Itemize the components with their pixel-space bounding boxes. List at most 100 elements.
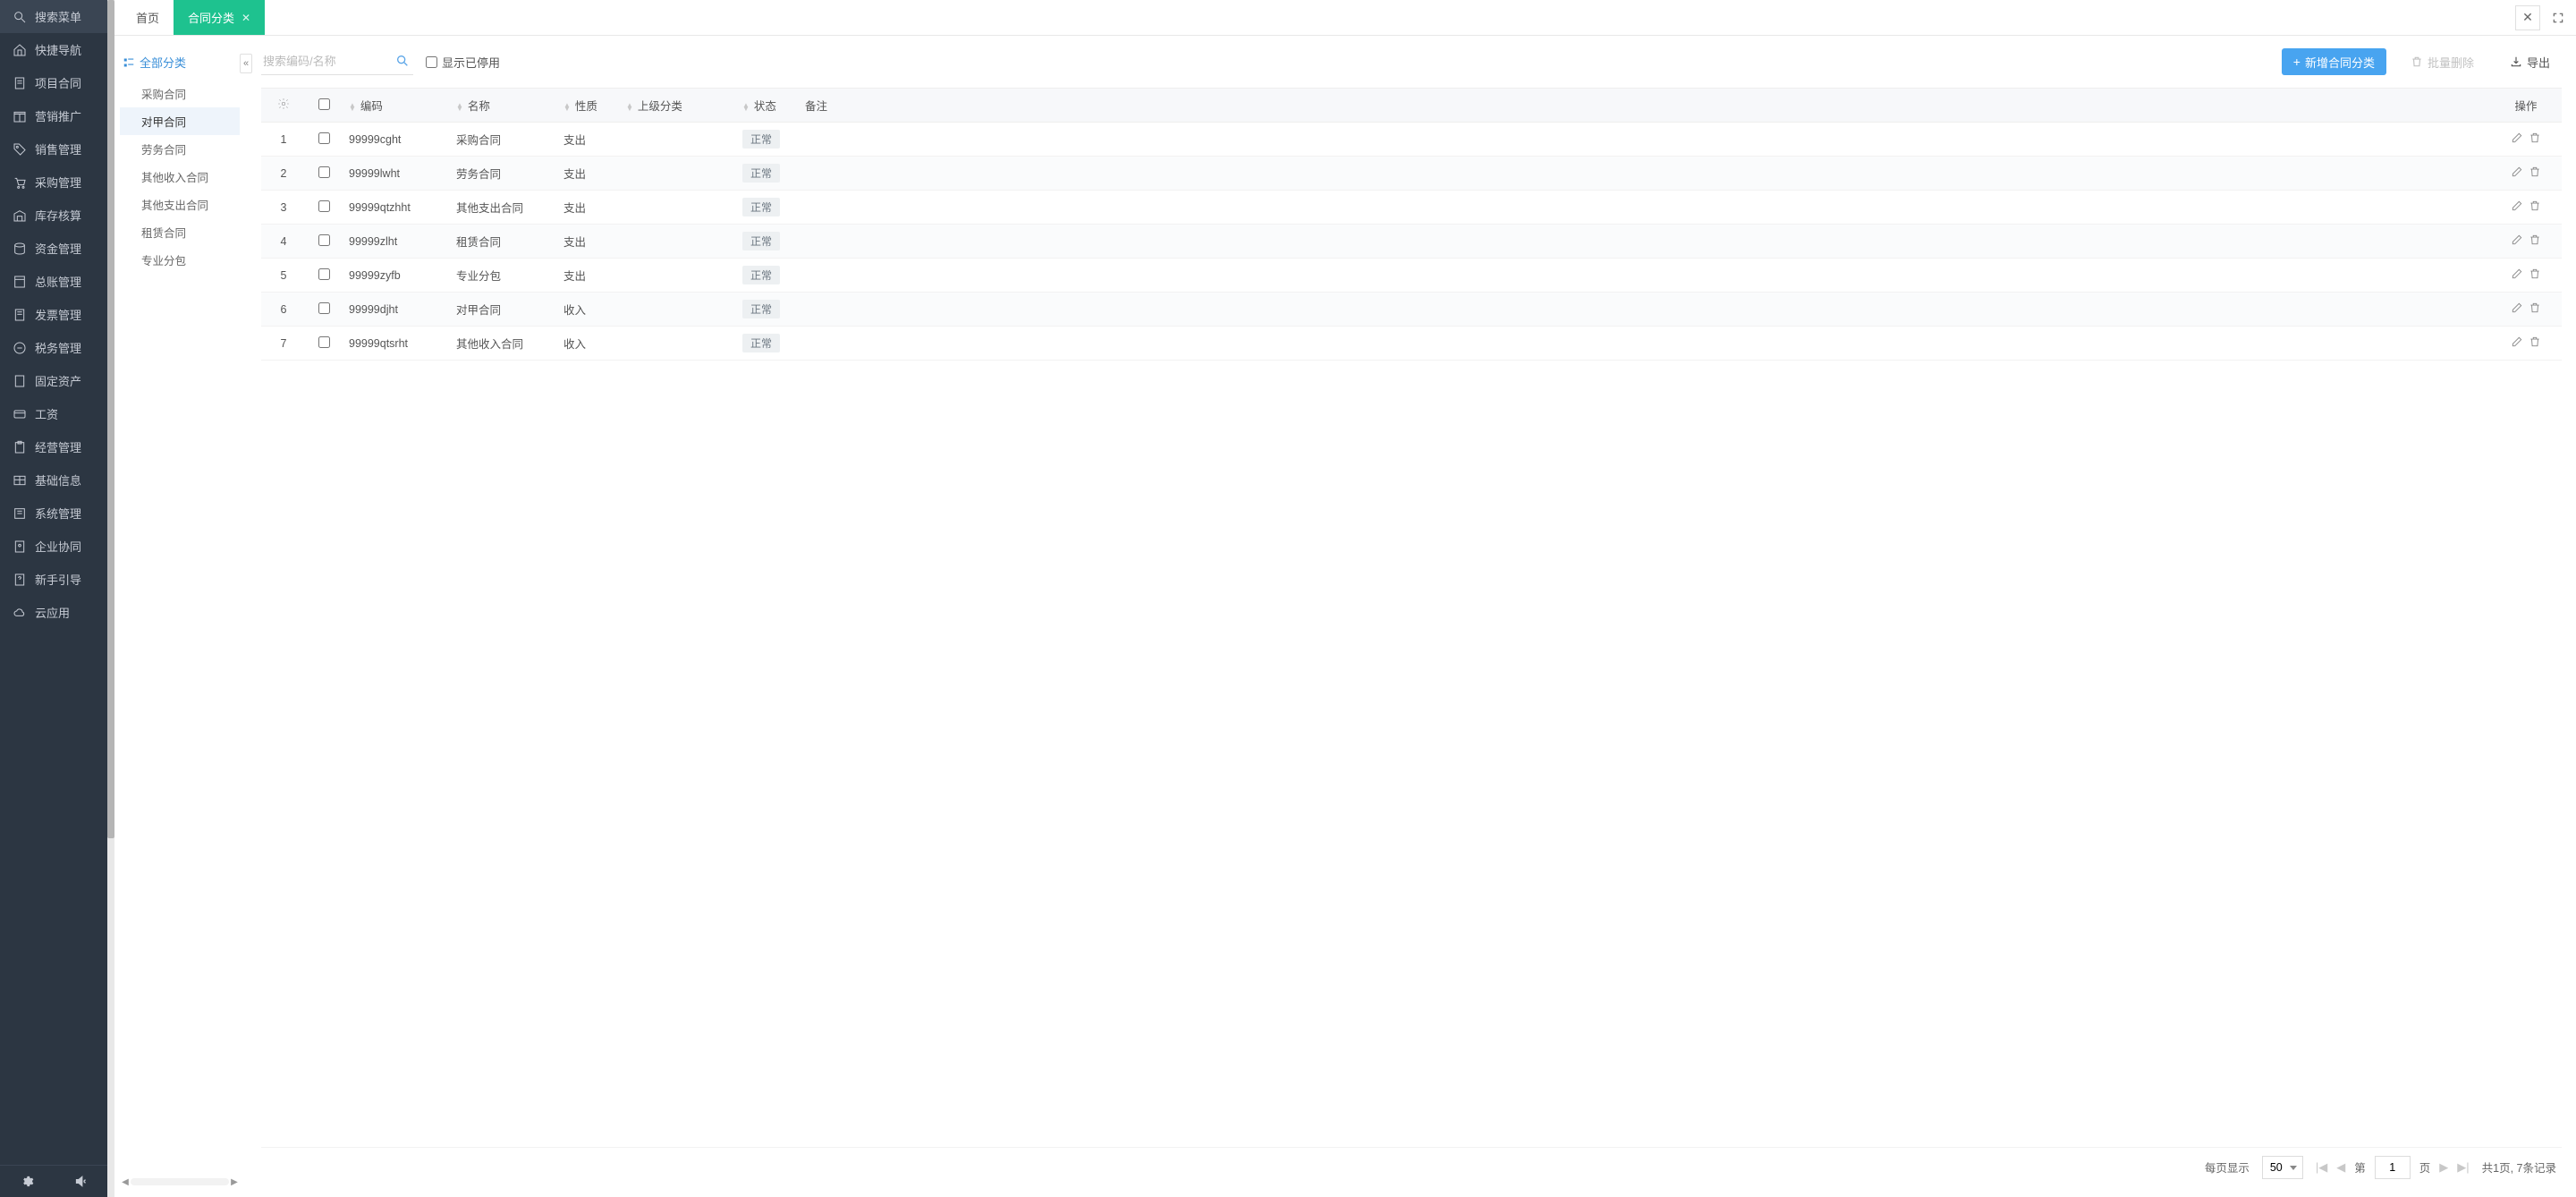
- building-icon: [13, 374, 27, 388]
- cell-status: 正常: [735, 123, 798, 157]
- sidebar-item-home[interactable]: 快捷导航: [0, 33, 107, 66]
- prev-page-button[interactable]: ◀: [2336, 1160, 2345, 1175]
- sidebar-item-document[interactable]: 项目合同: [0, 66, 107, 99]
- edit-icon[interactable]: [2511, 200, 2523, 212]
- per-page-select[interactable]: 50: [2262, 1156, 2303, 1179]
- settings-button[interactable]: [0, 1166, 54, 1197]
- row-checkbox[interactable]: [318, 200, 330, 212]
- x-icon: ✕: [2522, 10, 2533, 25]
- help-icon: [13, 573, 27, 587]
- tree-horizontal-scrollbar[interactable]: ◀ ▶: [120, 1177, 240, 1186]
- tree-item[interactable]: 租赁合同: [120, 218, 240, 246]
- edit-icon[interactable]: [2511, 233, 2523, 246]
- fullscreen-icon: [2552, 12, 2564, 24]
- sidebar-item-label: 快捷导航: [35, 41, 81, 58]
- col-settings[interactable]: [261, 89, 306, 123]
- table-row: 599999zyfb专业分包支出正常: [261, 259, 2562, 293]
- show-disabled-checkbox[interactable]: [426, 56, 437, 68]
- tree-item[interactable]: 其他支出合同: [120, 191, 240, 218]
- sidebar-menu: 搜索菜单快捷导航项目合同营销推广销售管理采购管理库存核算资金管理总账管理发票管理…: [0, 0, 107, 1165]
- tree-item[interactable]: 其他收入合同: [120, 163, 240, 191]
- delete-icon[interactable]: [2529, 335, 2541, 348]
- edit-icon[interactable]: [2511, 301, 2523, 314]
- gear-icon: [277, 98, 290, 110]
- tree-item[interactable]: 采购合同: [120, 80, 240, 107]
- delete-icon[interactable]: [2529, 200, 2541, 212]
- close-icon[interactable]: ✕: [242, 12, 250, 24]
- sidebar-item-grid[interactable]: 基础信息: [0, 463, 107, 497]
- col-op: 操作: [2490, 89, 2562, 123]
- last-page-button[interactable]: ▶|: [2457, 1160, 2469, 1175]
- page-input[interactable]: [2375, 1156, 2411, 1179]
- tab-contract-category[interactable]: 合同分类 ✕: [174, 0, 265, 35]
- delete-icon[interactable]: [2529, 267, 2541, 280]
- edit-icon[interactable]: [2511, 267, 2523, 280]
- row-checkbox[interactable]: [318, 336, 330, 348]
- sidebar-item-cart[interactable]: 采购管理: [0, 166, 107, 199]
- cell-status: 正常: [735, 191, 798, 225]
- close-all-tabs-button[interactable]: ✕: [2515, 5, 2540, 30]
- sidebar-item-warehouse[interactable]: 库存核算: [0, 199, 107, 232]
- home-icon: [13, 43, 27, 57]
- cell-parent: [619, 327, 735, 361]
- sidebar-item-help[interactable]: 新手引导: [0, 563, 107, 596]
- tree-item[interactable]: 劳务合同: [120, 135, 240, 163]
- row-checkbox[interactable]: [318, 268, 330, 280]
- export-button[interactable]: 导出: [2498, 48, 2562, 75]
- col-status[interactable]: ▲▼状态: [735, 89, 798, 123]
- col-code[interactable]: ▲▼编码: [342, 89, 449, 123]
- pagination: 每页显示 50 |◀ ◀ 第 页 ▶ ▶|: [261, 1147, 2562, 1186]
- col-name[interactable]: ▲▼名称: [449, 89, 556, 123]
- col-remark[interactable]: 备注: [798, 89, 2490, 123]
- list-icon: [123, 57, 134, 68]
- sidebar-item-settings[interactable]: 系统管理: [0, 497, 107, 530]
- sidebar-item-card[interactable]: 工资: [0, 397, 107, 430]
- sidebar-item-gift[interactable]: 营销推广: [0, 99, 107, 132]
- fullscreen-button[interactable]: [2546, 5, 2571, 30]
- edit-icon[interactable]: [2511, 132, 2523, 144]
- edit-icon[interactable]: [2511, 335, 2523, 348]
- sidebar-item-cloud[interactable]: 云应用: [0, 596, 107, 629]
- next-page-button[interactable]: ▶: [2439, 1160, 2448, 1175]
- delete-icon[interactable]: [2529, 301, 2541, 314]
- sidebar-item-tag[interactable]: 销售管理: [0, 132, 107, 166]
- select-all-checkbox[interactable]: [318, 98, 330, 110]
- sidebar-scrollbar-thumb[interactable]: [107, 0, 114, 838]
- col-parent[interactable]: ▲▼上级分类: [619, 89, 735, 123]
- row-checkbox[interactable]: [318, 166, 330, 178]
- tab-home[interactable]: 首页: [122, 0, 174, 35]
- book-icon: [13, 275, 27, 289]
- tree-header[interactable]: 全部分类: [120, 48, 240, 80]
- add-category-button[interactable]: + 新增合同分类: [2282, 48, 2386, 75]
- cell-code: 99999cght: [342, 123, 449, 157]
- delete-icon[interactable]: [2529, 233, 2541, 246]
- tree-item[interactable]: 对甲合同: [120, 107, 240, 135]
- cell-status: 正常: [735, 293, 798, 327]
- cell-status: 正常: [735, 157, 798, 191]
- delete-icon[interactable]: [2529, 132, 2541, 144]
- tree-item[interactable]: 专业分包: [120, 246, 240, 274]
- first-page-button[interactable]: |◀: [2316, 1160, 2327, 1175]
- sidebar-item-receipt[interactable]: 发票管理: [0, 298, 107, 331]
- col-nature[interactable]: ▲▼性质: [556, 89, 619, 123]
- show-disabled-checkbox-wrap[interactable]: 显示已停用: [426, 54, 500, 71]
- collapse-sidebar-button[interactable]: [54, 1166, 107, 1197]
- sidebar-item-search[interactable]: 搜索菜单: [0, 0, 107, 33]
- batch-delete-button[interactable]: 批量删除: [2399, 48, 2486, 75]
- collapse-tree-button[interactable]: «: [240, 54, 252, 73]
- sidebar-item-clipboard[interactable]: 经营管理: [0, 430, 107, 463]
- search-icon[interactable]: [395, 54, 410, 68]
- row-checkbox[interactable]: [318, 234, 330, 246]
- delete-icon[interactable]: [2529, 166, 2541, 178]
- sidebar-item-database[interactable]: 资金管理: [0, 232, 107, 265]
- edit-icon[interactable]: [2511, 166, 2523, 178]
- row-checkbox[interactable]: [318, 132, 330, 144]
- search-input[interactable]: [261, 48, 413, 75]
- cell-code: 99999qtzhht: [342, 191, 449, 225]
- sidebar-item-org[interactable]: 企业协同: [0, 530, 107, 563]
- sidebar-item-shield[interactable]: 税务管理: [0, 331, 107, 364]
- row-checkbox[interactable]: [318, 302, 330, 314]
- sidebar-item-book[interactable]: 总账管理: [0, 265, 107, 298]
- sidebar-item-building[interactable]: 固定资产: [0, 364, 107, 397]
- sidebar-item-label: 基础信息: [35, 471, 81, 488]
